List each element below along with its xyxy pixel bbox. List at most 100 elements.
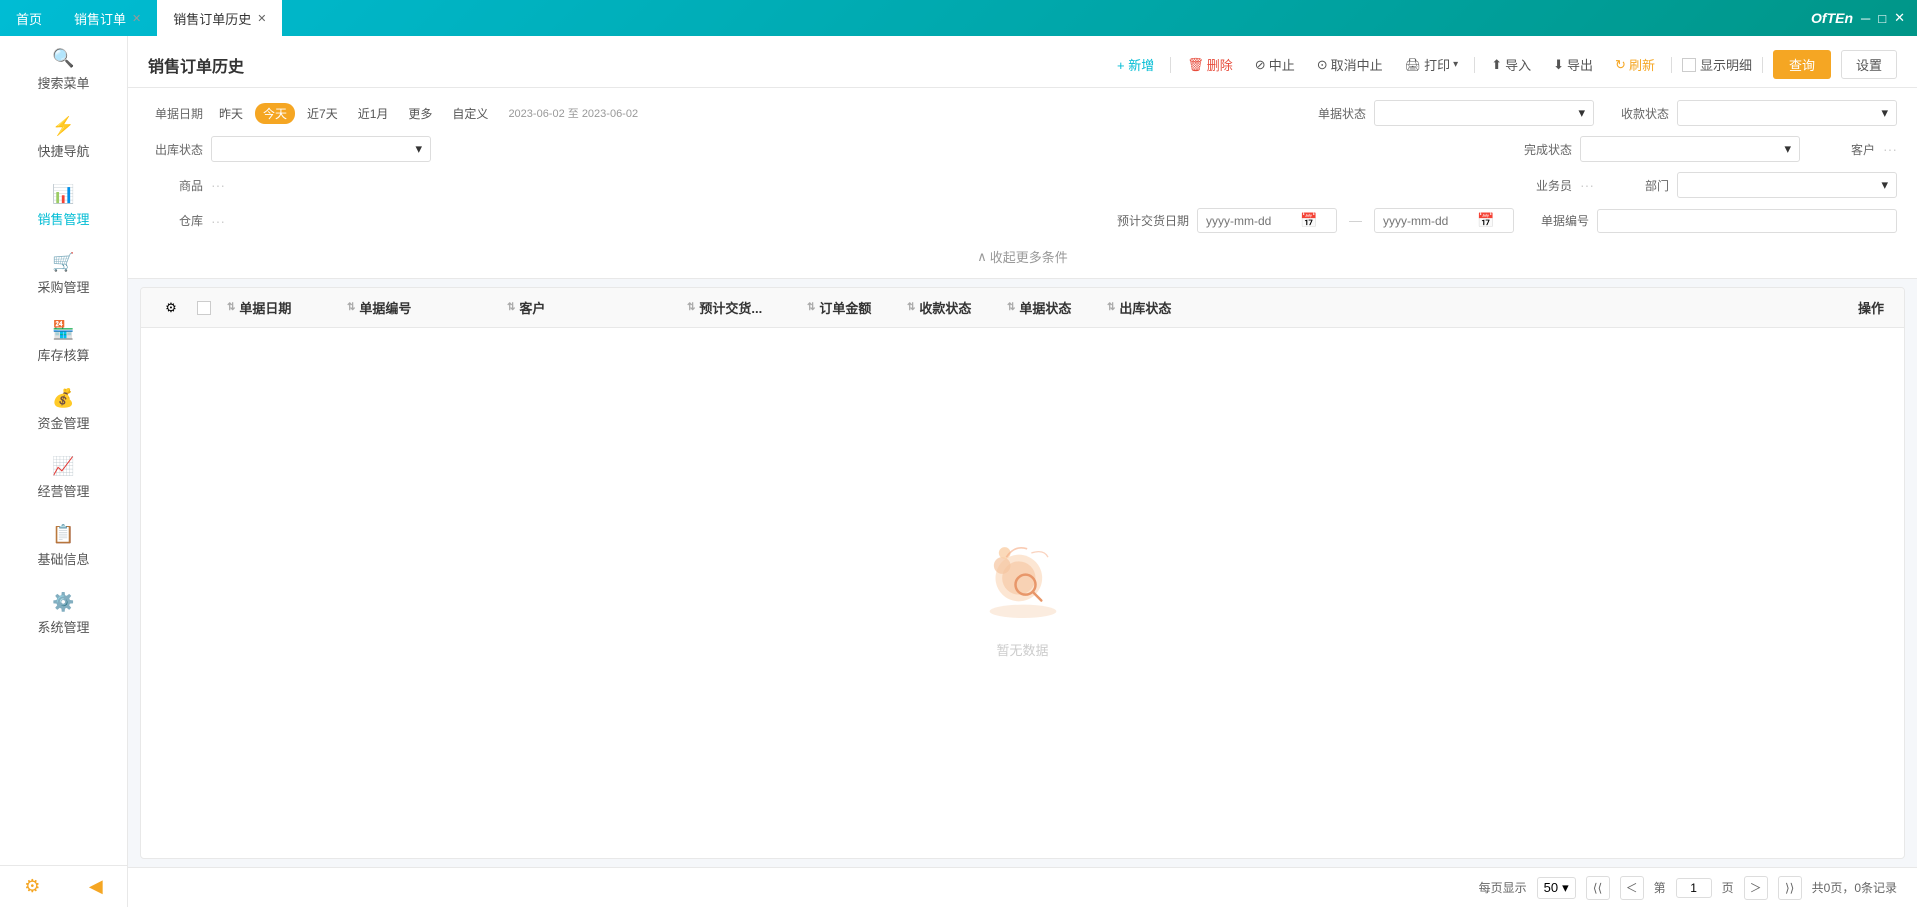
pagination-bar: 每页显示 50 ▾ ⟨⟨ ＜ 第 页 ＞ ⟩⟩ 共0页，0条记录 bbox=[128, 867, 1917, 907]
window-close-btn[interactable]: ✕ bbox=[1894, 10, 1905, 26]
settings-button[interactable]: 设置 bbox=[1841, 50, 1897, 79]
system-mgmt-icon: ⚙️ bbox=[52, 592, 74, 613]
display-toggle-checkbox[interactable] bbox=[1682, 58, 1696, 72]
import-button[interactable]: ⬆ 导入 bbox=[1485, 52, 1537, 77]
page-first-btn[interactable]: ⟨⟨ bbox=[1586, 876, 1610, 900]
table-settings-icon[interactable]: ⚙ bbox=[165, 300, 177, 316]
col-header-date-sort-icon[interactable]: ⇅ bbox=[227, 302, 235, 313]
date-tag-7days[interactable]: 近7天 bbox=[299, 103, 346, 124]
sidebar-item-system-mgmt[interactable]: ⚙️ 系统管理 bbox=[0, 580, 127, 648]
sidebar-item-basic-info-label: 基础信息 bbox=[37, 549, 89, 568]
col-header-pay-sort-icon[interactable]: ⇅ bbox=[907, 302, 915, 313]
sidebar-item-system-mgmt-label: 系统管理 bbox=[37, 617, 89, 636]
sidebar-item-finance-mgmt[interactable]: 💰 资金管理 bbox=[0, 376, 127, 444]
collapse-filters-btn[interactable]: ∧ 收起更多条件 bbox=[148, 243, 1897, 266]
print-button[interactable]: 🖨 打印 ▾ bbox=[1399, 52, 1465, 77]
customer-filter-label: 客户 bbox=[1820, 141, 1875, 158]
delivery-date-start-input[interactable] bbox=[1206, 214, 1296, 228]
new-button[interactable]: + 新增 bbox=[1111, 52, 1160, 77]
doc-status-select[interactable]: ▾ bbox=[1374, 100, 1594, 126]
delivery-date-end-input[interactable] bbox=[1383, 214, 1473, 228]
page-input[interactable] bbox=[1676, 878, 1712, 898]
tab-sales-order[interactable]: 销售订单 ✕ bbox=[58, 0, 157, 36]
per-page-select[interactable]: 50 ▾ bbox=[1537, 877, 1576, 899]
complete-status-select[interactable]: ▾ bbox=[1580, 136, 1800, 162]
date-tag-1month[interactable]: 近1月 bbox=[350, 103, 397, 124]
cancel-stop-button-label: 取消中止 bbox=[1331, 55, 1383, 74]
doc-number-input[interactable] bbox=[1597, 209, 1897, 233]
settings-button-label: 设置 bbox=[1856, 58, 1882, 73]
page-prev-btn[interactable]: ＜ bbox=[1620, 876, 1644, 900]
finance-mgmt-icon: 💰 bbox=[52, 388, 74, 409]
operations-mgmt-icon: 📈 bbox=[52, 456, 74, 477]
page-total-info: 共0页，0条记录 bbox=[1812, 879, 1897, 896]
col-header-ops-label: 操作 bbox=[1858, 298, 1884, 317]
date-tag-today[interactable]: 今天 bbox=[255, 103, 295, 124]
col-header-delivery-sort-icon[interactable]: ⇅ bbox=[687, 302, 695, 313]
col-header-amount-sort-icon[interactable]: ⇅ bbox=[807, 302, 815, 313]
sidebar-item-purchase-mgmt[interactable]: 🛒 采购管理 bbox=[0, 240, 127, 308]
sales-mgmt-icon: 📊 bbox=[52, 184, 74, 205]
cancel-stop-button[interactable]: ⊙ 取消中止 bbox=[1311, 52, 1389, 77]
sidebar-item-sales-mgmt-label: 销售管理 bbox=[37, 209, 89, 228]
page-next-btn[interactable]: ＞ bbox=[1744, 876, 1768, 900]
tab-sales-order-history-close[interactable]: ✕ bbox=[257, 12, 266, 25]
salesperson-label: 业务员 bbox=[1517, 177, 1572, 194]
product-select-btn[interactable]: ··· bbox=[211, 177, 225, 193]
divider-1 bbox=[1170, 57, 1171, 73]
filter-row-2: 出库状态 ▾ 完成状态 ▾ 客户 ··· bbox=[148, 136, 1897, 162]
date-tag-custom[interactable]: 自定义 bbox=[444, 103, 496, 124]
sidebar-item-search-menu[interactable]: 🔍 搜索菜单 bbox=[0, 36, 127, 104]
col-header-customer-sort-icon[interactable]: ⇅ bbox=[507, 302, 515, 313]
delivery-date-end-calendar-icon[interactable]: 📅 bbox=[1477, 212, 1494, 229]
display-toggle[interactable]: 显示明细 bbox=[1682, 55, 1752, 74]
warehouse-select-btn[interactable]: ··· bbox=[211, 213, 225, 229]
collapse-chevron-icon: ∧ bbox=[977, 249, 987, 265]
sidebar-item-operations-mgmt[interactable]: 📈 经营管理 bbox=[0, 444, 127, 512]
col-header-number-sort-icon[interactable]: ⇅ bbox=[347, 302, 355, 313]
page-last-btn[interactable]: ⟩⟩ bbox=[1778, 876, 1802, 900]
table-checkbox-all[interactable] bbox=[197, 301, 211, 315]
pay-status-select[interactable]: ▾ bbox=[1677, 100, 1897, 126]
col-header-doc-sort-icon[interactable]: ⇅ bbox=[1007, 302, 1015, 313]
export-button[interactable]: ⬇ 导出 bbox=[1547, 52, 1599, 77]
window-min-btn[interactable]: ─ bbox=[1861, 11, 1870, 26]
display-toggle-label: 显示明细 bbox=[1700, 55, 1752, 74]
col-header-date-label: 单据日期 bbox=[239, 298, 291, 317]
sidebar-collapse-btn[interactable]: ◀ bbox=[89, 876, 103, 897]
tab-home[interactable]: 首页 bbox=[0, 0, 58, 36]
window-max-btn[interactable]: □ bbox=[1878, 11, 1886, 26]
doc-status-label: 单据状态 bbox=[1311, 105, 1366, 122]
col-header-out-sort-icon[interactable]: ⇅ bbox=[1107, 302, 1115, 313]
salesperson-select-btn[interactable]: ··· bbox=[1580, 177, 1594, 193]
refresh-icon: ↻ bbox=[1615, 57, 1626, 73]
delivery-date-start-calendar-icon[interactable]: 📅 bbox=[1300, 212, 1317, 229]
quick-nav-icon: ⚡ bbox=[52, 116, 74, 137]
sidebar-item-quick-nav[interactable]: ⚡ 快捷导航 bbox=[0, 104, 127, 172]
date-tag-yesterday[interactable]: 昨天 bbox=[211, 103, 251, 124]
sidebar-item-inventory-calc[interactable]: 🏪 库存核算 bbox=[0, 308, 127, 376]
sidebar-settings-btn[interactable]: ⚙ bbox=[24, 876, 40, 897]
stop-button[interactable]: ⊘ 中止 bbox=[1249, 52, 1301, 77]
tab-sales-order-history[interactable]: 销售订单历史 ✕ bbox=[157, 0, 282, 36]
empty-state-text: 暂无数据 bbox=[996, 640, 1048, 659]
department-select[interactable]: ▾ bbox=[1677, 172, 1897, 198]
refresh-button[interactable]: ↻ 刷新 bbox=[1609, 52, 1661, 77]
filter-row-3: 商品 ··· 业务员 ··· 部门 ▾ bbox=[148, 172, 1897, 198]
customer-select-btn[interactable]: ··· bbox=[1883, 141, 1897, 157]
date-tag-more[interactable]: 更多 bbox=[400, 103, 440, 124]
sidebar-item-sales-mgmt[interactable]: 📊 销售管理 bbox=[0, 172, 127, 240]
col-header-out-status: ⇅ 出库状态 bbox=[1099, 298, 1199, 317]
sidebar-item-basic-info[interactable]: 📋 基础信息 bbox=[0, 512, 127, 580]
out-status-select[interactable]: ▾ bbox=[211, 136, 431, 162]
delete-button[interactable]: 🗑 删除 bbox=[1181, 52, 1239, 77]
page-unit: 页 bbox=[1722, 879, 1734, 896]
date-range-tags: 昨天 今天 近7天 近1月 更多 自定义 bbox=[211, 103, 496, 124]
department-label: 部门 bbox=[1614, 177, 1669, 194]
tab-sales-order-history-label: 销售订单历史 bbox=[173, 9, 251, 28]
tab-sales-order-close[interactable]: ✕ bbox=[132, 12, 141, 25]
delete-button-label: 删除 bbox=[1207, 55, 1233, 74]
delivery-date-end-box[interactable]: 📅 bbox=[1374, 208, 1514, 233]
delivery-date-start-box[interactable]: 📅 bbox=[1197, 208, 1337, 233]
query-button[interactable]: 查询 bbox=[1773, 50, 1831, 79]
